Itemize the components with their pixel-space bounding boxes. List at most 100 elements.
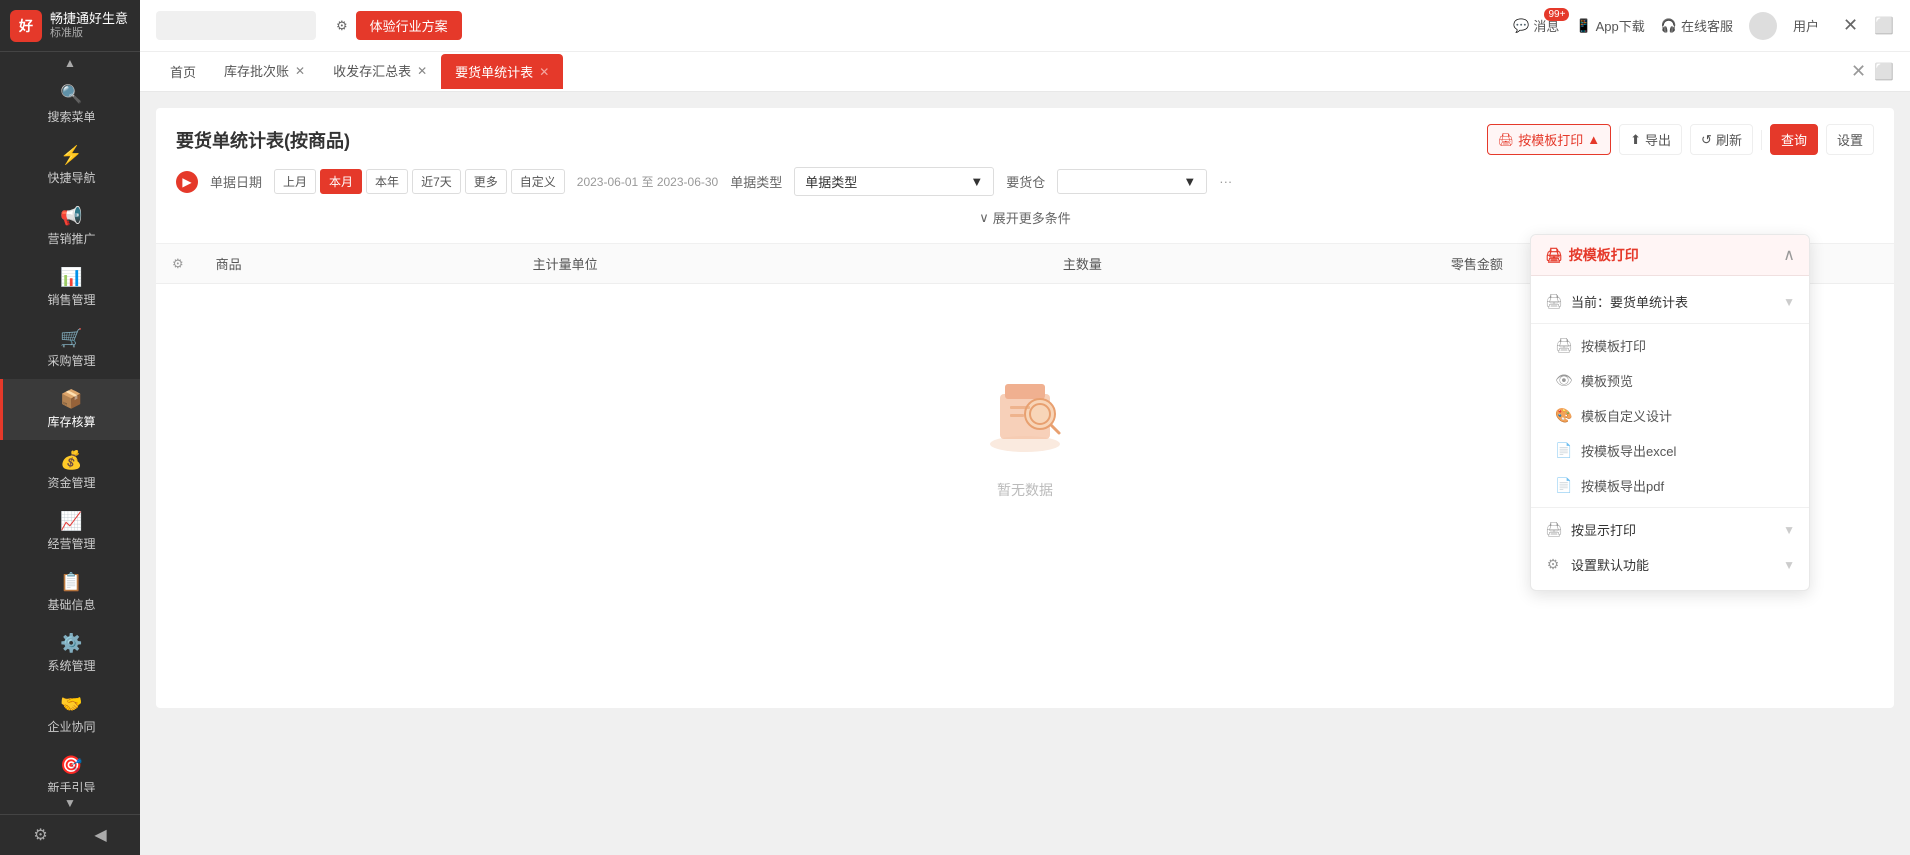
sidebar-scroll-up[interactable]: ▲ [0, 52, 140, 74]
default-func-item[interactable]: ⚙ 设置默认功能 ▼ [1531, 547, 1809, 582]
collab-icon: 🤝 [60, 694, 82, 715]
sidebar-item-guide[interactable]: 🎯 新手引导 [0, 745, 140, 792]
sidebar-item-inventory[interactable]: 📦 库存核算 [0, 379, 140, 440]
tab-receipt-summary[interactable]: 收发存汇总表 ✕ [319, 53, 441, 90]
sidebar-item-operation-label: 经营管理 [47, 535, 95, 552]
window-close-btn[interactable]: ✕ [1843, 15, 1858, 36]
sidebar-item-system[interactable]: ⚙️ 系统管理 [0, 623, 140, 684]
print-dropdown-body: 🖨 当前：要货单统计表 ▼ 🖨 按模板打印 👁 模板预览 [1531, 276, 1809, 590]
more-icon[interactable]: ··· [1219, 174, 1232, 189]
expand-label: 展开更多条件 [993, 208, 1071, 227]
tab-order-summary[interactable]: 要货单统计表 ✕ [441, 54, 563, 89]
date-btn-this-month[interactable]: 本月 [320, 169, 362, 194]
sidebar-item-marketing[interactable]: 📢 营销推广 [0, 196, 140, 257]
operation-icon: 📈 [60, 511, 82, 532]
date-btn-this-year[interactable]: 本年 [366, 169, 408, 194]
date-filter-label: 单据日期 [210, 172, 262, 191]
sidebar-item-purchase[interactable]: 🛒 采购管理 [0, 318, 140, 379]
sidebar-item-inventory-label: 库存核算 [47, 413, 95, 430]
order-type-select[interactable]: 单据类型 ▼ [794, 167, 994, 196]
tab-receipt-close[interactable]: ✕ [417, 64, 427, 78]
sidebar-settings-btn[interactable]: ⚙ [33, 825, 47, 845]
table-settings-icon[interactable]: ⚙ [172, 256, 184, 271]
sidebar-item-shortcut[interactable]: ⚡ 快捷导航 [0, 135, 140, 196]
export-pdf-label: 按模板导出pdf [1581, 476, 1664, 495]
template-export-pdf-item[interactable]: 📄 按模板导出pdf [1531, 468, 1809, 503]
app-download-btn[interactable]: 📱 App下载 [1575, 16, 1644, 35]
filter-collapse-btn[interactable]: ▶ [176, 171, 198, 193]
export-excel-icon: 📄 [1555, 442, 1571, 459]
app-title: 畅捷通好生意 [50, 11, 128, 27]
sidebar-sound-btn[interactable]: ◀ [94, 825, 106, 845]
refresh-btn[interactable]: ↺ 刷新 [1690, 124, 1753, 155]
trial-button[interactable]: 体验行业方案 [356, 11, 462, 40]
tab-receipt-label: 收发存汇总表 [333, 61, 411, 80]
export-btn[interactable]: ⬆ 导出 [1619, 124, 1682, 155]
query-btn[interactable]: 查询 [1770, 124, 1818, 155]
template-preview-icon: 👁 [1555, 372, 1571, 389]
inventory-icon: 📦 [60, 389, 82, 410]
sidebar-item-finance[interactable]: 💰 资金管理 [0, 440, 140, 501]
display-print-item[interactable]: 🖨 按显示打印 ▼ [1531, 512, 1809, 547]
expand-icon: ∨ [979, 210, 989, 226]
sales-icon: 📊 [60, 267, 82, 288]
guide-icon: 🎯 [60, 755, 82, 776]
sidebar-item-search[interactable]: 🔍 搜索菜单 [0, 74, 140, 135]
filter-row: ▶ 单据日期 上月 本月 本年 近7天 更多 自定义 2023-06-01 至 … [176, 167, 1874, 196]
sidebar-item-guide-label: 新手引导 [47, 779, 95, 792]
user-avatar[interactable] [1749, 12, 1777, 40]
purchase-icon: 🛒 [60, 328, 82, 349]
content-area: 要货单统计表(按商品) 🖨 按模板打印 ▲ ⬆ 导出 ↺ 刷新 [140, 92, 1910, 855]
app-subtitle: 标准版 [50, 27, 128, 40]
refresh-label: 刷新 [1716, 130, 1742, 149]
empty-icon [975, 364, 1075, 464]
sidebar-menu: 🔍 搜索菜单 ⚡ 快捷导航 📢 营销推广 📊 销售管理 🛒 采购管理 📦 库存核… [0, 74, 140, 792]
default-func-label: 设置默认功能 [1571, 555, 1773, 574]
date-btn-last-month[interactable]: 上月 [274, 169, 316, 194]
tab-order-label: 要货单统计表 [455, 62, 533, 81]
tab-order-close[interactable]: ✕ [539, 65, 549, 79]
template-preview-item[interactable]: 👁 模板预览 [1531, 363, 1809, 398]
sidebar-item-purchase-label: 采购管理 [47, 352, 95, 369]
topbar-search-box[interactable] [156, 11, 316, 40]
topbar-gear-icon[interactable]: ⚙ [336, 18, 348, 34]
print-template-btn[interactable]: 🖨 按模板打印 ▲ [1487, 124, 1611, 155]
dropdown-divider-2 [1531, 507, 1809, 508]
template-print-icon: 🖨 [1555, 337, 1571, 354]
template-design-icon: 🎨 [1555, 407, 1571, 424]
tab-expand-btn[interactable]: ⬜ [1874, 62, 1894, 82]
settings-btn[interactable]: 设置 [1826, 124, 1874, 155]
username-label: 用户 [1793, 16, 1819, 35]
warehouse-select[interactable]: ▼ [1057, 169, 1207, 194]
tab-home[interactable]: 首页 [156, 54, 210, 89]
date-btn-more[interactable]: 更多 [465, 169, 507, 194]
tab-batch-close[interactable]: ✕ [295, 64, 305, 78]
expand-conditions-btn[interactable]: ∨ 展开更多条件 [969, 204, 1081, 231]
date-filter-group: 上月 本月 本年 近7天 更多 自定义 [274, 169, 565, 194]
date-btn-custom[interactable]: 自定义 [511, 169, 565, 194]
col-settings[interactable]: ⚙ [156, 244, 200, 284]
template-print-item[interactable]: 🖨 按模板打印 [1531, 328, 1809, 363]
date-range-text: 2023-06-01 至 2023-06-30 [577, 173, 718, 190]
shortcut-icon: ⚡ [60, 145, 82, 166]
tab-batch[interactable]: 库存批次账 ✕ [210, 53, 319, 90]
message-icon: 💬 [1513, 18, 1529, 34]
window-maximize-btn[interactable]: ⬜ [1874, 16, 1894, 36]
date-btn-7days[interactable]: 近7天 [412, 169, 461, 194]
tab-close-all-btn[interactable]: ✕ [1851, 61, 1866, 82]
sidebar-scroll-down[interactable]: ▼ [0, 792, 140, 814]
messages-btn[interactable]: 💬 消息 99+ [1513, 16, 1559, 35]
print-dropdown-close-btn[interactable]: ∧ [1783, 245, 1795, 265]
template-preview-label: 模板预览 [1581, 371, 1633, 390]
sidebar-item-sales[interactable]: 📊 销售管理 [0, 257, 140, 318]
sidebar-item-collab-label: 企业协同 [47, 718, 95, 735]
online-service-btn[interactable]: 🎧 在线客服 [1661, 16, 1733, 35]
sidebar-item-operation[interactable]: 📈 经营管理 [0, 501, 140, 562]
template-design-item[interactable]: 🎨 模板自定义设计 [1531, 398, 1809, 433]
sidebar-item-basic[interactable]: 📋 基础信息 [0, 562, 140, 623]
expand-row: ∨ 展开更多条件 [176, 204, 1874, 231]
template-export-excel-item[interactable]: 📄 按模板导出excel [1531, 433, 1809, 468]
sidebar-item-collab[interactable]: 🤝 企业协同 [0, 684, 140, 745]
current-template-item[interactable]: 🖨 当前：要货单统计表 ▼ [1531, 284, 1809, 319]
basic-icon: 📋 [60, 572, 82, 593]
